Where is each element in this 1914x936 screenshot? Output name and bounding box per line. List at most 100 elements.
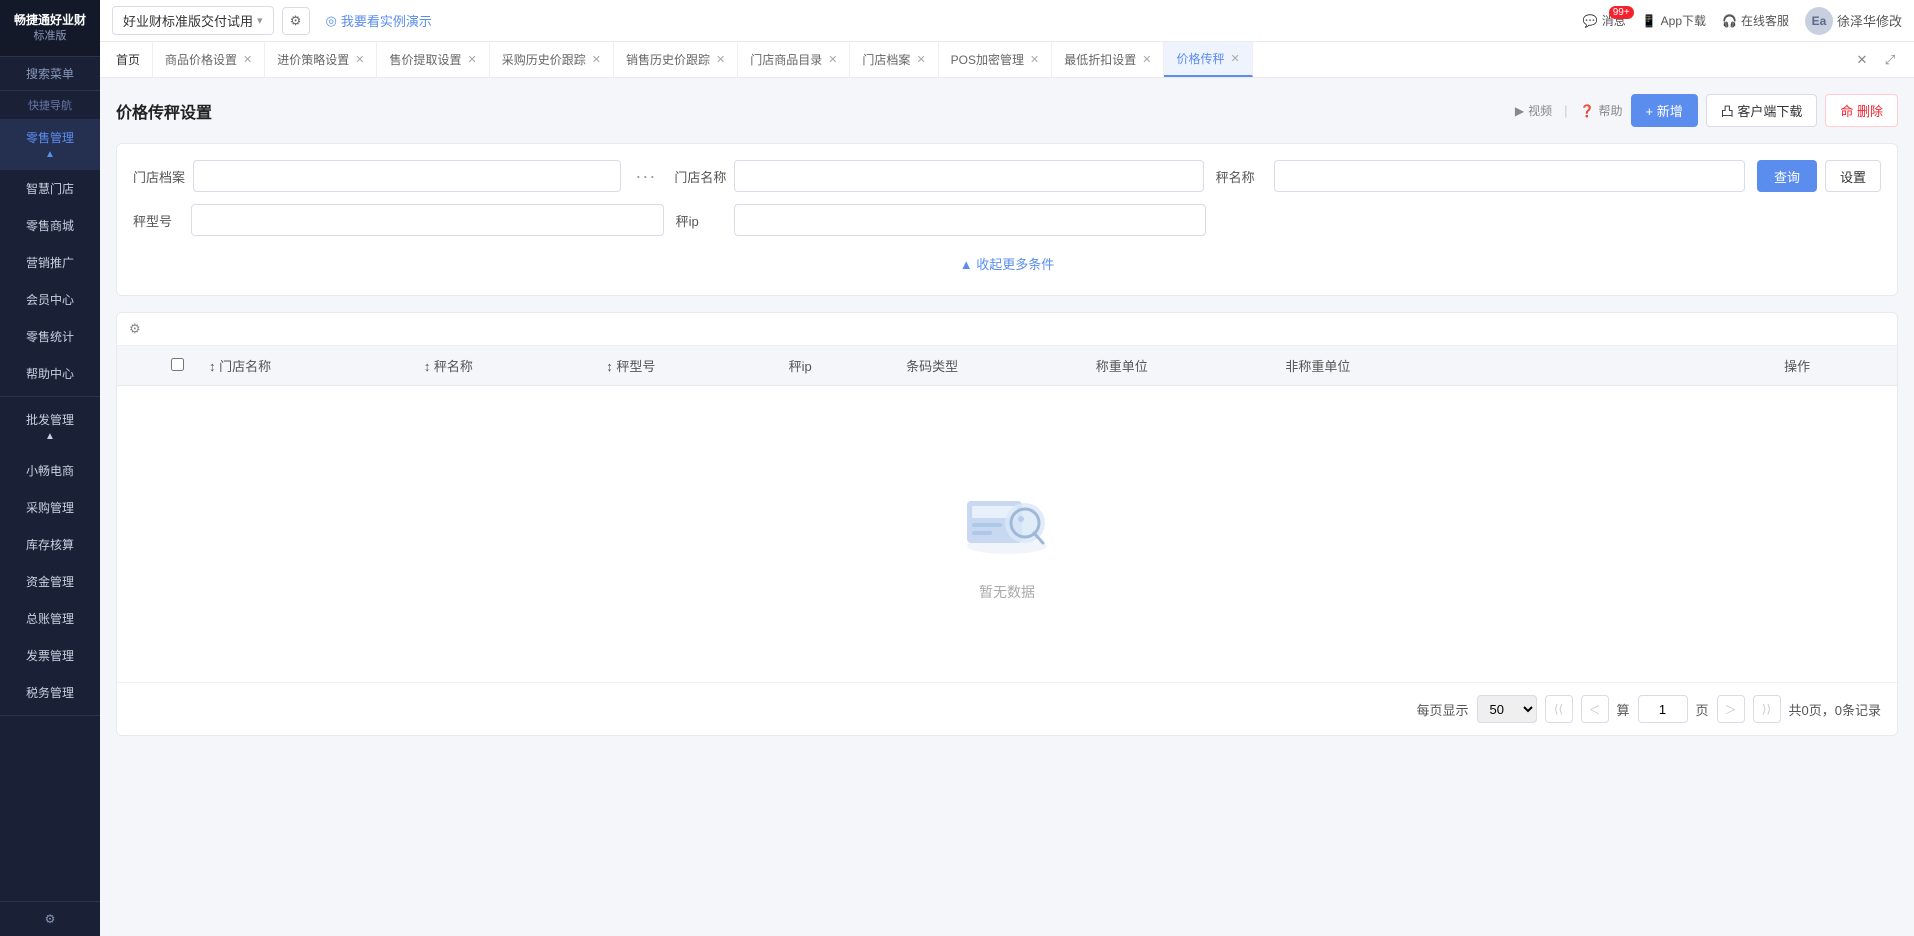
scale-ip-input[interactable]: [734, 204, 1207, 236]
tab-6[interactable]: 门店商品目录✕: [738, 42, 850, 77]
delete-button[interactable]: 命 删除: [1825, 94, 1898, 127]
next-page-btn[interactable]: ＞: [1717, 695, 1745, 723]
tab-close-8[interactable]: ✕: [1030, 53, 1039, 66]
scale-model-filter: 秤型号: [133, 204, 664, 236]
tab-3[interactable]: 售价提取设置✕: [377, 42, 489, 77]
close-tab-button[interactable]: ✕: [1850, 48, 1874, 72]
tab-0[interactable]: 首页: [104, 42, 153, 77]
th-gear: [117, 346, 157, 386]
store-archive-label: 门店档案: [133, 167, 185, 186]
tab-1[interactable]: 商品价格设置✕: [153, 42, 265, 77]
app-download-button[interactable]: 📱 App下载: [1642, 12, 1706, 29]
scale-ip-filter: 秤ip: [676, 204, 1207, 236]
add-button[interactable]: + 新增: [1631, 94, 1698, 127]
last-page-btn[interactable]: ⟩⟩: [1753, 695, 1781, 723]
collapse-filter-btn[interactable]: ▲ 收起更多条件: [133, 248, 1881, 279]
sidebar-item-2[interactable]: 零售商城: [0, 207, 100, 244]
tabbar-controls: ✕ ⤢: [1842, 48, 1910, 72]
sidebar-item-10[interactable]: 库存核算: [0, 526, 100, 563]
sidebar-settings[interactable]: ⚙: [0, 901, 100, 936]
video-link[interactable]: ▶ 视频: [1515, 102, 1552, 119]
tab-2[interactable]: 进价策略设置✕: [265, 42, 377, 77]
app-download-icon: 📱: [1642, 14, 1657, 28]
sidebar-item-11[interactable]: 资金管理: [0, 563, 100, 600]
help-link[interactable]: ❓ 帮助: [1580, 102, 1623, 119]
user-menu[interactable]: Ea 徐泽华修改: [1805, 7, 1902, 35]
page-input[interactable]: [1638, 695, 1688, 723]
sidebar-divider: [0, 396, 100, 397]
scale-name-input[interactable]: [1274, 160, 1745, 192]
sidebar-item-7[interactable]: 批发管理▲: [0, 401, 100, 452]
app-name: 畅捷通好业财 标准版: [8, 12, 92, 44]
tab-close-1[interactable]: ✕: [243, 53, 252, 66]
first-page-btn[interactable]: ⟨⟨: [1545, 695, 1573, 723]
scale-model-input[interactable]: [191, 204, 664, 236]
tab-4[interactable]: 采购历史价跟踪✕: [490, 42, 614, 77]
content-area: 价格传秤设置 ▶ 视频 | ❓ 帮助 + 新增 凸 客户端下载 命: [100, 78, 1914, 936]
table-gear-icon[interactable]: ⚙: [129, 321, 141, 337]
caret-icon: ▲: [45, 431, 55, 442]
expand-tab-button[interactable]: ⤢: [1878, 48, 1902, 72]
tab-10[interactable]: 价格传秤✕: [1164, 42, 1252, 77]
store-name-filter: 门店名称: [674, 160, 1203, 192]
demo-link[interactable]: ◎ 我要看实例演示: [326, 11, 432, 30]
online-service-button[interactable]: 🎧 在线客服: [1722, 12, 1789, 29]
page-header: 价格传秤设置 ▶ 视频 | ❓ 帮助 + 新增 凸 客户端下载 命: [116, 94, 1898, 127]
prev-page-btn[interactable]: ＜: [1581, 695, 1609, 723]
th-scale-model: ↕ 秤型号: [594, 346, 776, 386]
sidebar-item-12[interactable]: 总账管理: [0, 600, 100, 637]
caret-icon: ▲: [45, 149, 55, 160]
page-unit: 页: [1696, 700, 1709, 719]
tab-8[interactable]: POS加密管理✕: [939, 42, 1053, 77]
scale-name-filter: 秤名称: [1216, 160, 1745, 192]
sidebar-item-13[interactable]: 发票管理: [0, 637, 100, 674]
topbar-gear-icon[interactable]: ⚙: [282, 7, 310, 35]
sidebar-item-9[interactable]: 采购管理: [0, 489, 100, 526]
tab-5[interactable]: 销售历史价跟踪✕: [614, 42, 738, 77]
sidebar-item-0[interactable]: 零售管理▲: [0, 119, 100, 170]
separator: |: [1560, 103, 1571, 118]
version-select[interactable]: 好业财标准版交付试用 ▾: [112, 6, 274, 35]
message-button[interactable]: 💬 消息 99+: [1583, 12, 1626, 29]
store-archive-input[interactable]: [193, 160, 621, 192]
sidebar-item-8[interactable]: 小畅电商: [0, 452, 100, 489]
store-name-input[interactable]: [734, 160, 1203, 192]
sidebar-item-5[interactable]: 零售统计: [0, 318, 100, 355]
tab-close-4[interactable]: ✕: [592, 53, 601, 66]
sidebar-item-14[interactable]: 税务管理: [0, 674, 100, 711]
table-toolbar: ⚙: [117, 313, 1897, 346]
sidebar-item-3[interactable]: 营销推广: [0, 244, 100, 281]
th-non-weight-unit: 非称重单位: [1273, 346, 1772, 386]
video-icon: ▶: [1515, 104, 1524, 118]
message-badge: 99+: [1609, 6, 1634, 19]
per-page-select[interactable]: 50 20 100: [1477, 695, 1537, 723]
tab-close-9[interactable]: ✕: [1142, 53, 1151, 66]
topbar-right: 💬 消息 99+ 📱 App下载 🎧 在线客服 Ea 徐泽华修改: [1583, 7, 1902, 35]
query-button[interactable]: 查询: [1757, 160, 1817, 192]
sidebar-item-1[interactable]: 智慧门店: [0, 170, 100, 207]
quick-nav[interactable]: 快捷导航: [0, 91, 100, 119]
sidebar-item-4[interactable]: 会员中心: [0, 281, 100, 318]
th-store-name: ↕ 门店名称: [197, 346, 412, 386]
th-barcode-type: 条码类型: [894, 346, 1084, 386]
sidebar-item-6[interactable]: 帮助中心: [0, 355, 100, 392]
filter-form: 门店档案 ··· 门店名称 秤名称 查询 设置: [116, 143, 1898, 296]
tab-close-5[interactable]: ✕: [716, 53, 725, 66]
tab-7[interactable]: 门店档案✕: [850, 42, 938, 77]
settings-btn[interactable]: 设置: [1825, 160, 1881, 192]
tab-close-10[interactable]: ✕: [1230, 52, 1239, 65]
store-archive-dots[interactable]: ···: [629, 166, 662, 187]
data-table: ⚙ ↕ 门店名称 ↕ 秤名称: [116, 312, 1898, 736]
tab-close-3[interactable]: ✕: [468, 53, 477, 66]
total-count: 共0页，0条记录: [1789, 700, 1881, 719]
tab-9[interactable]: 最低折扣设置✕: [1052, 42, 1164, 77]
search-menu[interactable]: 搜索菜单: [0, 57, 100, 91]
tab-close-2[interactable]: ✕: [355, 53, 364, 66]
tab-close-7[interactable]: ✕: [916, 53, 925, 66]
download-button[interactable]: 凸 客户端下载: [1706, 94, 1818, 127]
main-area: 好业财标准版交付试用 ▾ ⚙ ◎ 我要看实例演示 💬 消息 99+ 📱 App下…: [100, 0, 1914, 936]
app-logo: 畅捷通好业财 标准版: [0, 0, 100, 57]
th-action: 操作: [1772, 346, 1897, 386]
tab-close-6[interactable]: ✕: [828, 53, 837, 66]
select-all-checkbox[interactable]: [171, 358, 184, 371]
